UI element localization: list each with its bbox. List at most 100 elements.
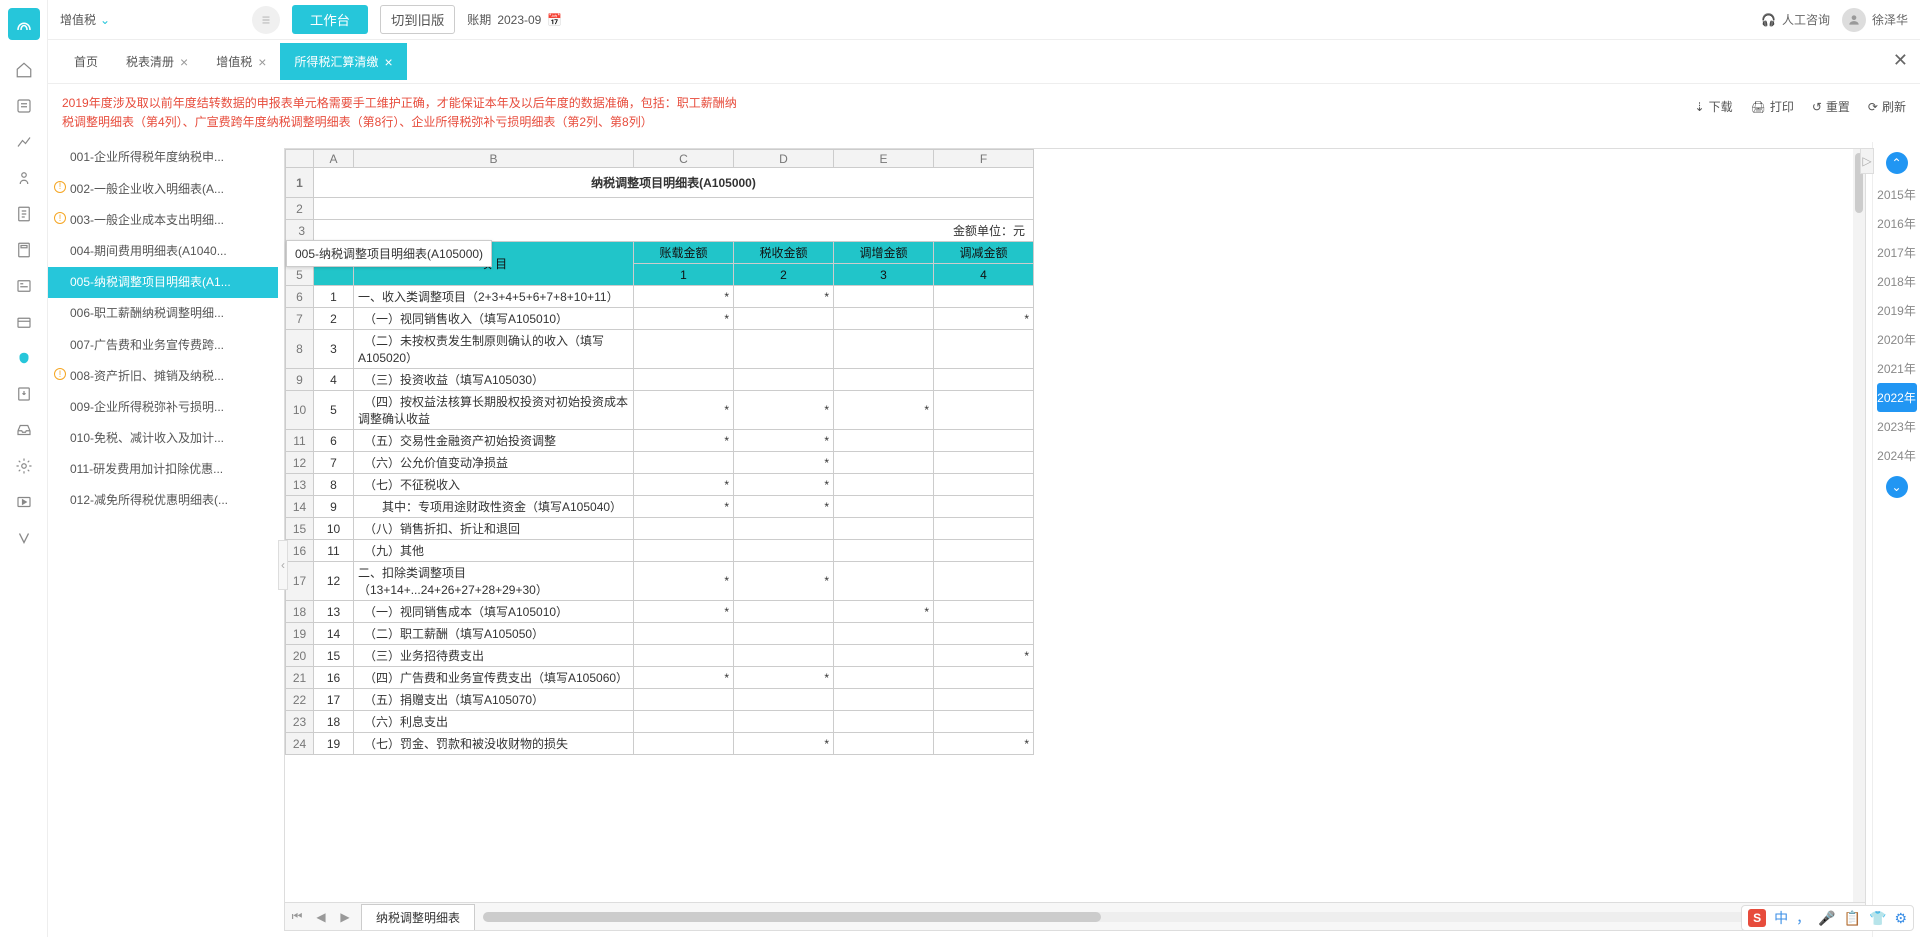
cell-value[interactable] bbox=[634, 369, 734, 391]
year-button[interactable]: 2024年 bbox=[1877, 441, 1917, 470]
column-header[interactable]: D bbox=[734, 150, 834, 168]
spreadsheet[interactable]: ABCDEF1纳税调整项目明细表(A105000)23金额单位：元4项 目账载金… bbox=[284, 148, 1866, 903]
cell-seq[interactable]: 19 bbox=[314, 733, 354, 755]
cell-seq[interactable]: 11 bbox=[314, 540, 354, 562]
row-header[interactable]: 20 bbox=[286, 645, 314, 667]
cell-value[interactable] bbox=[934, 623, 1034, 645]
row-header[interactable]: 18 bbox=[286, 601, 314, 623]
sheet-nav-first[interactable]: ⏮ bbox=[285, 909, 309, 924]
cell-item[interactable]: （四）广告费和业务宣传费支出（填写A105060） bbox=[354, 667, 634, 689]
form-list-item[interactable]: 010-免税、减计收入及加计... bbox=[48, 423, 278, 454]
collapse-handle[interactable]: ‹ bbox=[278, 540, 288, 590]
nav-calc-icon[interactable] bbox=[0, 232, 48, 268]
cell-item[interactable]: （八）销售折扣、折让和退回 bbox=[354, 518, 634, 540]
app-logo[interactable] bbox=[8, 8, 40, 40]
cell-value[interactable] bbox=[834, 645, 934, 667]
ime-settings-icon[interactable]: ⚙ bbox=[1894, 910, 1907, 927]
tab-首页[interactable]: 首页 bbox=[60, 43, 112, 80]
row-header[interactable]: 1 bbox=[286, 168, 314, 198]
year-button[interactable]: 2022年 bbox=[1877, 383, 1917, 412]
cell-value[interactable] bbox=[634, 623, 734, 645]
cell-item[interactable]: （一）视同销售收入（填写A105010） bbox=[354, 308, 634, 330]
column-header[interactable]: A bbox=[314, 150, 354, 168]
cell-value[interactable] bbox=[934, 474, 1034, 496]
cell-seq[interactable]: 18 bbox=[314, 711, 354, 733]
cell-value[interactable] bbox=[734, 308, 834, 330]
cell-value[interactable]: * bbox=[934, 308, 1034, 330]
vertical-scrollbar[interactable] bbox=[1853, 149, 1865, 902]
cell-value[interactable]: * bbox=[634, 496, 734, 518]
row-header[interactable]: 11 bbox=[286, 430, 314, 452]
cell-item[interactable]: 二、扣除类调整项目（13+14+...24+26+27+28+29+30） bbox=[354, 562, 634, 601]
cell-value[interactable] bbox=[834, 540, 934, 562]
ime-skin-icon[interactable]: 👕 bbox=[1869, 910, 1886, 927]
nav-chart-icon[interactable] bbox=[0, 124, 48, 160]
cell-value[interactable] bbox=[934, 711, 1034, 733]
form-list-item[interactable]: 012-减免所得税优惠明细表(... bbox=[48, 485, 278, 516]
cell-value[interactable] bbox=[934, 330, 1034, 369]
row-header[interactable]: 21 bbox=[286, 667, 314, 689]
nav-video-icon[interactable] bbox=[0, 484, 48, 520]
cell-value[interactable] bbox=[634, 733, 734, 755]
cell-value[interactable] bbox=[734, 518, 834, 540]
cell-value[interactable] bbox=[834, 369, 934, 391]
tab-close-icon[interactable]: × bbox=[180, 54, 188, 70]
switch-old-button[interactable]: 切到旧版 bbox=[380, 5, 455, 34]
cell-value[interactable]: * bbox=[934, 733, 1034, 755]
form-list-item[interactable]: 009-企业所得税弥补亏损明... bbox=[48, 392, 278, 423]
nav-v-icon[interactable] bbox=[0, 520, 48, 556]
ime-item[interactable]: ， bbox=[1796, 908, 1810, 928]
year-button[interactable]: 2017年 bbox=[1877, 238, 1917, 267]
year-button[interactable]: 2015年 bbox=[1877, 180, 1917, 209]
row-header[interactable]: 23 bbox=[286, 711, 314, 733]
cell-value[interactable] bbox=[834, 308, 934, 330]
column-header[interactable]: F bbox=[934, 150, 1034, 168]
reset-button[interactable]: ↺重置 bbox=[1812, 98, 1850, 115]
module-dropdown[interactable]: 增值税 ⌄ bbox=[60, 11, 240, 28]
row-header[interactable]: 7 bbox=[286, 308, 314, 330]
nav-doc-icon[interactable] bbox=[0, 196, 48, 232]
cell-value[interactable] bbox=[934, 286, 1034, 308]
cell-item[interactable]: （五）捐赠支出（填写A105070） bbox=[354, 689, 634, 711]
cell-seq[interactable]: 17 bbox=[314, 689, 354, 711]
cell-value[interactable] bbox=[834, 733, 934, 755]
cell-value[interactable] bbox=[934, 562, 1034, 601]
form-list-item[interactable]: !003-一般企业成本支出明细... bbox=[48, 205, 278, 236]
tab-close-icon[interactable]: × bbox=[258, 54, 266, 70]
cell-value[interactable] bbox=[734, 330, 834, 369]
support-link[interactable]: 🎧 人工咨询 bbox=[1761, 11, 1830, 28]
cell-value[interactable]: * bbox=[734, 286, 834, 308]
user-menu[interactable]: 徐泽华 bbox=[1842, 8, 1908, 32]
nav-box-icon[interactable] bbox=[0, 304, 48, 340]
row-header[interactable]: 22 bbox=[286, 689, 314, 711]
cell-value[interactable] bbox=[634, 518, 734, 540]
year-button[interactable]: 2023年 bbox=[1877, 412, 1917, 441]
cell-item[interactable]: （五）交易性金融资产初始投资调整 bbox=[354, 430, 634, 452]
period-picker[interactable]: 账期 2023-09 📅 bbox=[467, 11, 562, 28]
ime-clipboard-icon[interactable]: 📋 bbox=[1844, 910, 1861, 927]
year-scroll-down[interactable]: ⌄ bbox=[1886, 476, 1908, 498]
form-list-item[interactable]: 004-期间费用明细表(A1040... bbox=[48, 236, 278, 267]
row-header[interactable]: 9 bbox=[286, 369, 314, 391]
row-header[interactable]: 13 bbox=[286, 474, 314, 496]
horizontal-scrollbar[interactable] bbox=[483, 912, 1857, 922]
column-header[interactable]: B bbox=[354, 150, 634, 168]
cell-value[interactable] bbox=[834, 430, 934, 452]
year-scroll-up[interactable]: ⌃ bbox=[1886, 152, 1908, 174]
cell-value[interactable]: * bbox=[634, 474, 734, 496]
nav-home-icon[interactable] bbox=[0, 52, 48, 88]
cell-value[interactable]: * bbox=[734, 474, 834, 496]
cell-value[interactable] bbox=[934, 540, 1034, 562]
cell-item[interactable]: （七）罚金、罚款和被没收财物的损失 bbox=[354, 733, 634, 755]
cell-item[interactable]: （七）不征税收入 bbox=[354, 474, 634, 496]
cell-value[interactable] bbox=[834, 518, 934, 540]
cell-value[interactable]: * bbox=[634, 667, 734, 689]
cell-item[interactable]: （九）其他 bbox=[354, 540, 634, 562]
nav-tax-icon[interactable] bbox=[0, 340, 48, 376]
ime-mic-icon[interactable]: 🎤 bbox=[1818, 910, 1835, 927]
row-header[interactable]: 6 bbox=[286, 286, 314, 308]
row-header[interactable]: 14 bbox=[286, 496, 314, 518]
cell-value[interactable] bbox=[634, 330, 734, 369]
tab-close-icon[interactable]: × bbox=[384, 54, 392, 70]
cell-value[interactable] bbox=[734, 601, 834, 623]
